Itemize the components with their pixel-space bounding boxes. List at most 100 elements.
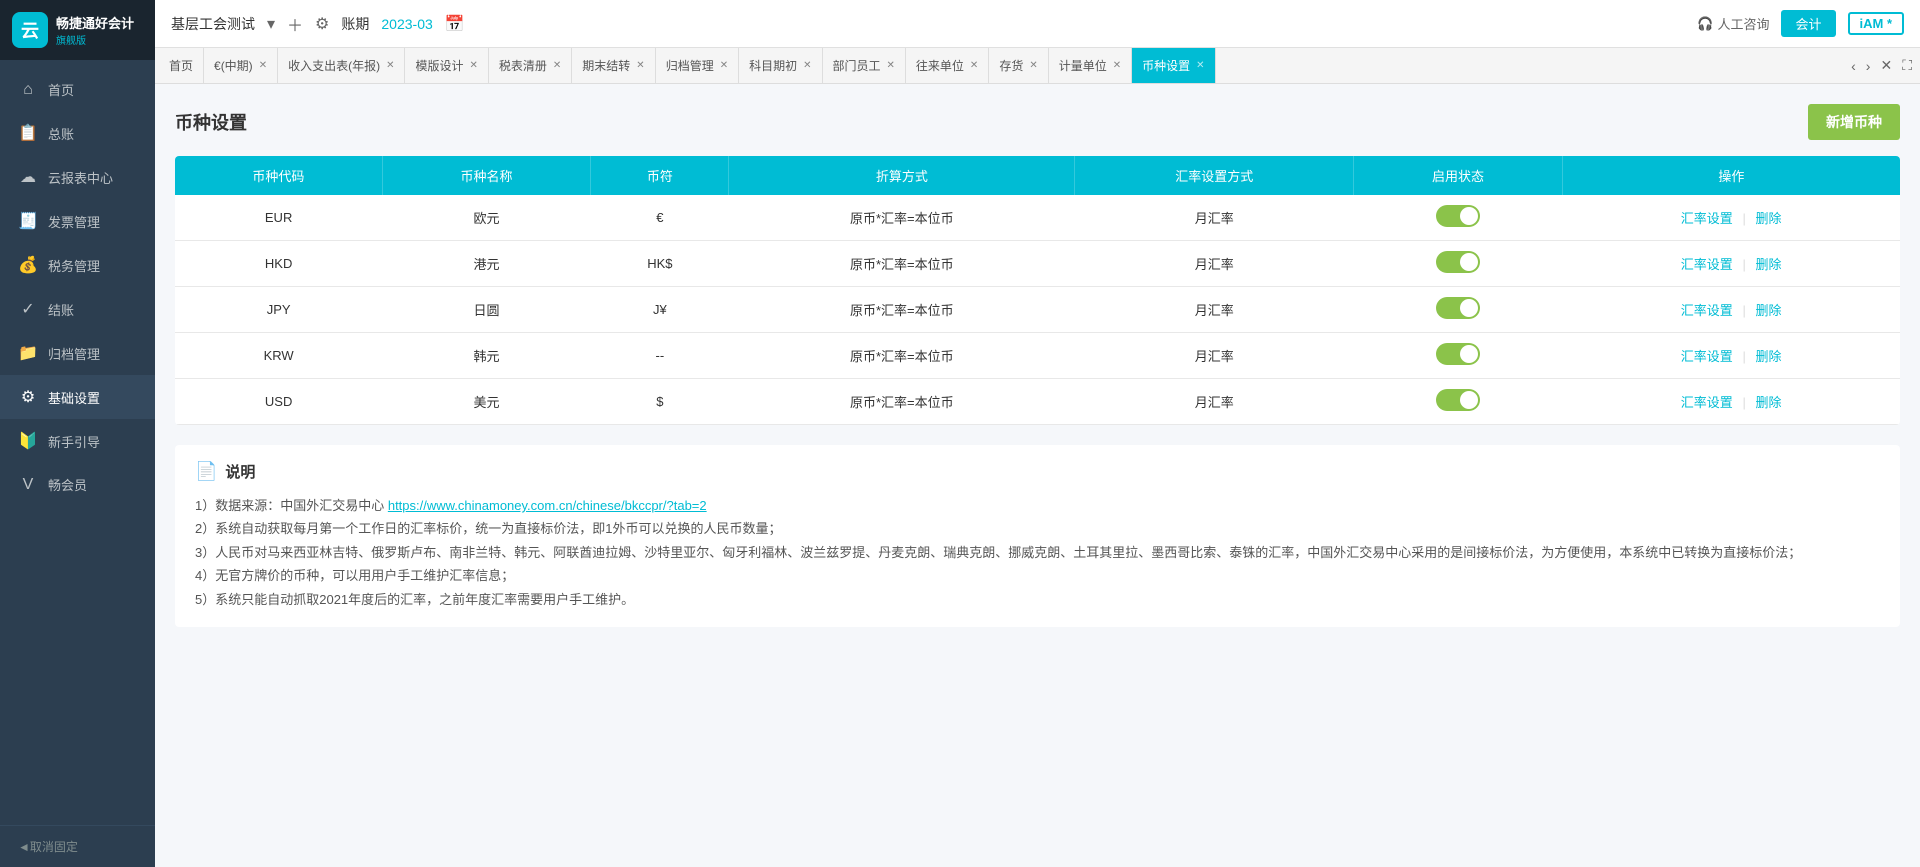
notes-item: 5）系统只能自动抓取2021年度后的汇率，之前年度汇率需要用户手工维护。 — [195, 588, 1880, 611]
tab-label-partner: 往来单位 — [916, 57, 964, 74]
enable-toggle-EUR[interactable] — [1436, 205, 1480, 227]
tab-close-income[interactable]: ✕ — [386, 60, 394, 71]
tabs-prev-btn[interactable]: ‹ — [1847, 58, 1860, 74]
sidebar-item-member[interactable]: V 畅会员 — [0, 463, 155, 506]
sidebar-label-settings: 基础设置 — [48, 388, 100, 407]
tab-label-dept: 部门员工 — [833, 57, 881, 74]
tab-template[interactable]: 模版设计 ✕ — [405, 48, 488, 84]
cell-symbol: $ — [591, 379, 729, 425]
tab-subject[interactable]: 科目期初 ✕ — [739, 48, 822, 84]
cell-actions: 汇率设置 | 删除 — [1562, 379, 1900, 425]
sidebar-item-guide[interactable]: 🔰新手引导 — [0, 419, 155, 463]
rate-setting-link-KRW[interactable]: 汇率设置 — [1681, 349, 1733, 364]
tab-label-home: 首页 — [169, 57, 193, 74]
enable-toggle-JPY[interactable] — [1436, 297, 1480, 319]
tab-archive[interactable]: 归档管理 ✕ — [656, 48, 739, 84]
sidebar-item-tax[interactable]: 💰税务管理 — [0, 243, 155, 287]
sidebar-item-archive[interactable]: 📁归档管理 — [0, 331, 155, 375]
tab-label-period-end: 期末结转 — [582, 57, 630, 74]
enable-toggle-KRW[interactable] — [1436, 343, 1480, 365]
rate-setting-link-JPY[interactable]: 汇率设置 — [1681, 303, 1733, 318]
delete-link-JPY[interactable]: 删除 — [1755, 303, 1781, 318]
tab-close-period-end[interactable]: ✕ — [636, 60, 644, 71]
tab-close-dept[interactable]: ✕ — [887, 60, 895, 71]
help-btn[interactable]: 🎧 人工咨询 — [1697, 14, 1769, 33]
delete-link-KRW[interactable]: 删除 — [1755, 349, 1781, 364]
logo-sub-text: 旗舰版 — [56, 32, 134, 47]
new-currency-btn[interactable]: 新增币种 — [1808, 104, 1900, 140]
cell-rate-type: 月汇率 — [1075, 195, 1354, 241]
cell-code: HKD — [175, 241, 382, 287]
cell-rate-type: 月汇率 — [1075, 241, 1354, 287]
tabs-navigation: ‹ › ✕ ⛶ — [1847, 57, 1916, 74]
action-sep: | — [1742, 211, 1745, 226]
period-label: 账期 — [341, 14, 369, 34]
sidebar-item-settings[interactable]: ⚙基础设置 — [0, 375, 155, 419]
rate-setting-link-HKD[interactable]: 汇率设置 — [1681, 257, 1733, 272]
cell-name: 美元 — [382, 379, 591, 425]
add-company-btn[interactable]: ＋ — [287, 12, 303, 36]
page-header: 币种设置 新增币种 — [175, 104, 1900, 140]
calendar-btn[interactable]: 📅 — [445, 14, 465, 34]
tab-close-archive[interactable]: ✕ — [720, 60, 728, 71]
cell-rate-type: 月汇率 — [1075, 379, 1354, 425]
tab-close-subject[interactable]: ✕ — [803, 60, 811, 71]
sidebar-item-reports[interactable]: ☁云报表中心 — [0, 155, 155, 199]
tab-label-template: 模版设计 — [415, 57, 463, 74]
tabs-expand-btn[interactable]: ⛶ — [1898, 57, 1916, 74]
tab-stock[interactable]: 存货 ✕ — [989, 48, 1048, 84]
tab-label-tax: 税表清册 — [499, 57, 547, 74]
cell-rate-type: 月汇率 — [1075, 333, 1354, 379]
cell-calc: 原币*汇率=本位币 — [729, 241, 1075, 287]
sidebar-label-member: 畅会员 — [48, 475, 87, 494]
enable-toggle-HKD[interactable] — [1436, 251, 1480, 273]
cell-actions: 汇率设置 | 删除 — [1562, 287, 1900, 333]
tab-close-partner[interactable]: ✕ — [970, 60, 978, 71]
account-btn[interactable]: 会计 — [1781, 10, 1835, 37]
tabs-next-btn[interactable]: › — [1862, 58, 1875, 74]
tabs-close-btn[interactable]: ✕ — [1876, 57, 1896, 74]
tab-unit[interactable]: 计量单位 ✕ — [1049, 48, 1132, 84]
action-sep: | — [1742, 349, 1745, 364]
iam-badge[interactable]: iAM * — [1848, 12, 1905, 35]
settings-gear-btn[interactable]: ⚙ — [315, 14, 329, 34]
delete-link-USD[interactable]: 删除 — [1755, 395, 1781, 410]
table-row: EUR 欧元 € 原币*汇率=本位币 月汇率 汇率设置 | 删除 — [175, 195, 1900, 241]
sidebar-pin-toggle[interactable]: ◄取消固定 — [0, 825, 155, 867]
member-icon: V — [18, 476, 38, 494]
tab-close-template[interactable]: ✕ — [469, 60, 477, 71]
sidebar-item-ledger[interactable]: 📋总账 — [0, 111, 155, 155]
cell-name: 欧元 — [382, 195, 591, 241]
sidebar-item-checkout[interactable]: ✓结账 — [0, 287, 155, 331]
cell-code: USD — [175, 379, 382, 425]
cell-name: 港元 — [382, 241, 591, 287]
sidebar-item-home[interactable]: ⌂首页 — [0, 68, 155, 111]
tab-partner[interactable]: 往来单位 ✕ — [906, 48, 989, 84]
tab-tax[interactable]: 税表清册 ✕ — [489, 48, 572, 84]
table-row: KRW 韩元 -- 原币*汇率=本位币 月汇率 汇率设置 | 删除 — [175, 333, 1900, 379]
header-right: 🎧 人工咨询 会计 iAM * — [1697, 10, 1904, 37]
enable-toggle-USD[interactable] — [1436, 389, 1480, 411]
col-header: 操作 — [1562, 156, 1900, 195]
cell-symbol: € — [591, 195, 729, 241]
tab-label-subject: 科目期初 — [749, 57, 797, 74]
rate-setting-link-EUR[interactable]: 汇率设置 — [1681, 211, 1733, 226]
delete-link-HKD[interactable]: 删除 — [1755, 257, 1781, 272]
tab-close-currency[interactable]: ✕ — [1196, 60, 1204, 71]
tab-balance[interactable]: €(中期) ✕ — [204, 48, 278, 84]
tab-label-unit: 计量单位 — [1059, 57, 1107, 74]
delete-link-EUR[interactable]: 删除 — [1755, 211, 1781, 226]
tab-close-stock[interactable]: ✕ — [1029, 60, 1037, 71]
tab-close-balance[interactable]: ✕ — [259, 60, 267, 71]
tab-currency[interactable]: 币种设置 ✕ — [1132, 48, 1215, 84]
tab-close-unit[interactable]: ✕ — [1113, 60, 1121, 71]
tab-dept[interactable]: 部门员工 ✕ — [823, 48, 906, 84]
sidebar-item-invoice[interactable]: 🧾发票管理 — [0, 199, 155, 243]
tab-close-tax[interactable]: ✕ — [553, 60, 561, 71]
notes-link[interactable]: https://www.chinamoney.com.cn/chinese/bk… — [388, 498, 707, 513]
tab-income[interactable]: 收入支出表(年报) ✕ — [278, 48, 405, 84]
rate-setting-link-USD[interactable]: 汇率设置 — [1681, 395, 1733, 410]
company-dropdown-btn[interactable]: ▾ — [267, 14, 275, 34]
tab-period-end[interactable]: 期末结转 ✕ — [572, 48, 655, 84]
tab-home[interactable]: 首页 — [159, 48, 204, 84]
